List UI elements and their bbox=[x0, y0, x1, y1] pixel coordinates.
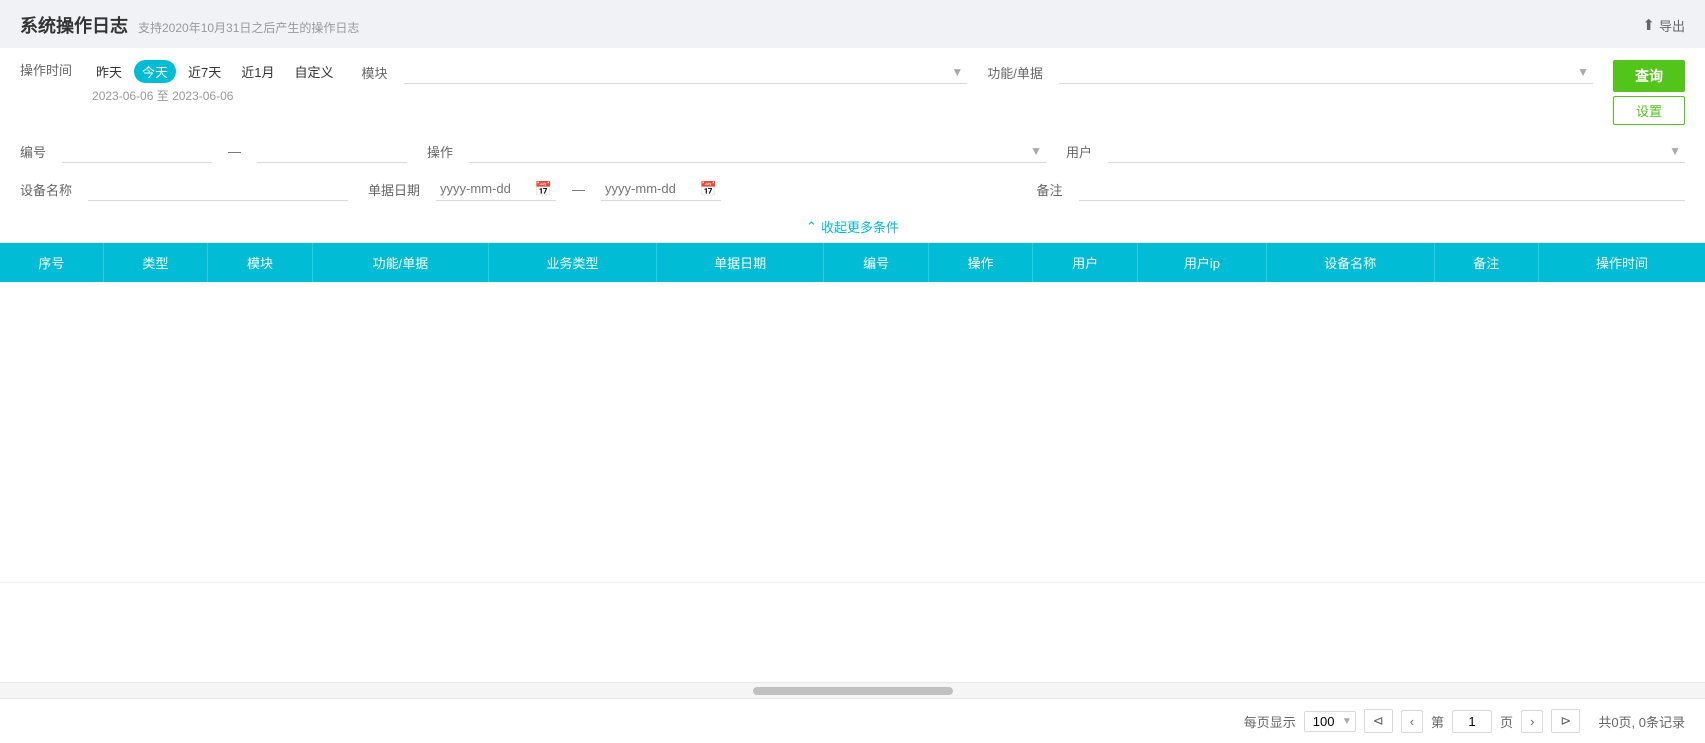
col-user-ip: 用户ip bbox=[1137, 243, 1266, 282]
per-page-label: 每页显示 bbox=[1244, 712, 1296, 731]
function-select[interactable] bbox=[1059, 60, 1593, 84]
serial-input-end[interactable] bbox=[257, 139, 407, 163]
page-title: 系统操作日志 bbox=[20, 12, 128, 38]
doc-date-filter-group: 单据日期 📅 — 📅 bbox=[368, 177, 1017, 201]
time-btn-custom[interactable]: 自定义 bbox=[287, 60, 342, 83]
time-btn-1month[interactable]: 近1月 bbox=[233, 60, 282, 83]
settings-button[interactable]: 设置 bbox=[1613, 96, 1685, 125]
collapse-label: 收起更多条件 bbox=[821, 217, 899, 236]
time-btn-today[interactable]: 今天 bbox=[134, 60, 176, 83]
empty-row bbox=[0, 282, 1705, 582]
function-select-wrap: ▼ bbox=[1059, 60, 1593, 84]
collapse-bar: ⌃ 收起更多条件 bbox=[0, 211, 1705, 243]
collapse-icon: ⌃ bbox=[806, 219, 817, 235]
first-page-button[interactable]: ⊲ bbox=[1364, 709, 1393, 733]
operation-time-label: 操作时间 bbox=[20, 60, 72, 79]
pagination-bar: 每页显示 100 50 200 ▼ ⊲ ‹ 第 页 › ⊳ 共0页, 0条记录 bbox=[0, 698, 1705, 743]
col-serial: 序号 bbox=[0, 243, 103, 282]
operation-label: 操作 bbox=[427, 142, 453, 161]
row2-filters: 编号 — 操作 ▼ 用户 bbox=[0, 133, 1705, 171]
time-btn-7days[interactable]: 近7天 bbox=[180, 60, 229, 83]
time-group: 昨天 今天 近7天 近1月 自定义 2023-06-06 至 2023-06-0… bbox=[88, 60, 342, 104]
collapse-button[interactable]: ⌃ 收起更多条件 bbox=[806, 217, 899, 236]
serial-input-start[interactable] bbox=[62, 139, 212, 163]
user-select[interactable] bbox=[1108, 139, 1685, 163]
time-buttons: 昨天 今天 近7天 近1月 自定义 bbox=[88, 60, 342, 83]
per-page-wrap: 100 50 200 ▼ bbox=[1304, 711, 1356, 732]
user-filter-group: 用户 ▼ bbox=[1066, 139, 1685, 163]
prev-page-button[interactable]: ‹ bbox=[1401, 710, 1423, 733]
scroll-bar-area[interactable] bbox=[0, 682, 1705, 698]
page-total: 共0页, 0条记录 bbox=[1598, 712, 1685, 731]
remark-input[interactable] bbox=[1079, 177, 1685, 201]
module-select[interactable] bbox=[404, 60, 968, 84]
page-number-input[interactable] bbox=[1452, 710, 1492, 733]
doc-date-label: 单据日期 bbox=[368, 180, 420, 199]
empty-cell bbox=[0, 282, 1705, 582]
next-page-button[interactable]: › bbox=[1521, 710, 1543, 733]
page-container: 系统操作日志 支持2020年10月31日之后产生的操作日志 ⬆ 导出 操作时间 … bbox=[0, 0, 1705, 743]
col-doc-date: 单据日期 bbox=[656, 243, 824, 282]
operation-select-wrap: ▼ bbox=[469, 139, 1046, 163]
row3-filters: 设备名称 单据日期 📅 — 📅 备注 bbox=[0, 171, 1705, 211]
function-label: 功能/单据 bbox=[987, 63, 1043, 82]
serial-dash: — bbox=[228, 144, 241, 159]
operation-select[interactable] bbox=[469, 139, 1046, 163]
doc-date-end-wrap: 📅 bbox=[601, 177, 721, 201]
table-body bbox=[0, 282, 1705, 582]
device-filter-group: 设备名称 bbox=[20, 177, 348, 201]
time-date-range: 2023-06-06 至 2023-06-06 bbox=[92, 87, 342, 104]
data-table: 序号 类型 模块 功能/单据 业务类型 单据日期 编号 操作 用户 用户ip 设… bbox=[0, 243, 1705, 583]
module-label: 模块 bbox=[362, 63, 388, 82]
module-select-wrap: ▼ bbox=[404, 60, 968, 84]
function-filter-group: 功能/单据 ▼ bbox=[987, 60, 1593, 84]
header-left: 系统操作日志 支持2020年10月31日之后产生的操作日志 bbox=[20, 12, 359, 38]
page-label-post: 页 bbox=[1500, 712, 1513, 731]
page-label-pre: 第 bbox=[1431, 712, 1444, 731]
date-picker-start-icon[interactable]: 📅 bbox=[535, 181, 552, 198]
operation-filter-group: 操作 ▼ bbox=[427, 139, 1046, 163]
serial-label: 编号 bbox=[20, 142, 46, 161]
col-operation: 操作 bbox=[928, 243, 1032, 282]
user-label: 用户 bbox=[1066, 142, 1092, 161]
query-button[interactable]: 查询 bbox=[1613, 60, 1685, 92]
export-button[interactable]: ⬆ 导出 bbox=[1642, 16, 1685, 35]
header-row: 序号 类型 模块 功能/单据 业务类型 单据日期 编号 操作 用户 用户ip 设… bbox=[0, 243, 1705, 282]
export-label: 导出 bbox=[1659, 16, 1685, 35]
scroll-thumb[interactable] bbox=[753, 687, 953, 695]
serial-filter-group: 编号 — bbox=[20, 139, 407, 163]
last-page-button[interactable]: ⊳ bbox=[1551, 709, 1580, 733]
user-select-wrap: ▼ bbox=[1108, 139, 1685, 163]
device-label: 设备名称 bbox=[20, 180, 72, 199]
col-function: 功能/单据 bbox=[312, 243, 488, 282]
col-type: 类型 bbox=[103, 243, 207, 282]
export-icon: ⬆ bbox=[1642, 16, 1655, 34]
time-filter-group: 操作时间 昨天 今天 近7天 近1月 自定义 2023-06-06 至 2023… bbox=[20, 60, 342, 104]
action-buttons: 查询 设置 bbox=[1613, 60, 1685, 125]
col-number: 编号 bbox=[824, 243, 928, 282]
col-device: 设备名称 bbox=[1266, 243, 1434, 282]
table-header: 序号 类型 模块 功能/单据 业务类型 单据日期 编号 操作 用户 用户ip 设… bbox=[0, 243, 1705, 282]
doc-date-start-wrap: 📅 bbox=[436, 177, 556, 201]
device-input[interactable] bbox=[88, 177, 348, 201]
page-header: 系统操作日志 支持2020年10月31日之后产生的操作日志 ⬆ 导出 bbox=[0, 0, 1705, 48]
page-subtitle: 支持2020年10月31日之后产生的操作日志 bbox=[138, 19, 359, 36]
remark-label: 备注 bbox=[1037, 180, 1063, 199]
doc-date-dash: — bbox=[572, 182, 585, 197]
filter-section: 操作时间 昨天 今天 近7天 近1月 自定义 2023-06-06 至 2023… bbox=[0, 48, 1705, 243]
col-user: 用户 bbox=[1033, 243, 1137, 282]
module-filter-group: 模块 ▼ bbox=[362, 60, 968, 84]
col-remark: 备注 bbox=[1434, 243, 1538, 282]
time-btn-yesterday[interactable]: 昨天 bbox=[88, 60, 130, 83]
remark-filter-group: 备注 bbox=[1037, 177, 1686, 201]
per-page-select[interactable]: 100 50 200 bbox=[1304, 711, 1356, 732]
col-biz-type: 业务类型 bbox=[489, 243, 657, 282]
col-module: 模块 bbox=[208, 243, 312, 282]
date-picker-end-icon[interactable]: 📅 bbox=[700, 181, 717, 198]
table-container[interactable]: 序号 类型 模块 功能/单据 业务类型 单据日期 编号 操作 用户 用户ip 设… bbox=[0, 243, 1705, 682]
col-op-time: 操作时间 bbox=[1539, 243, 1705, 282]
